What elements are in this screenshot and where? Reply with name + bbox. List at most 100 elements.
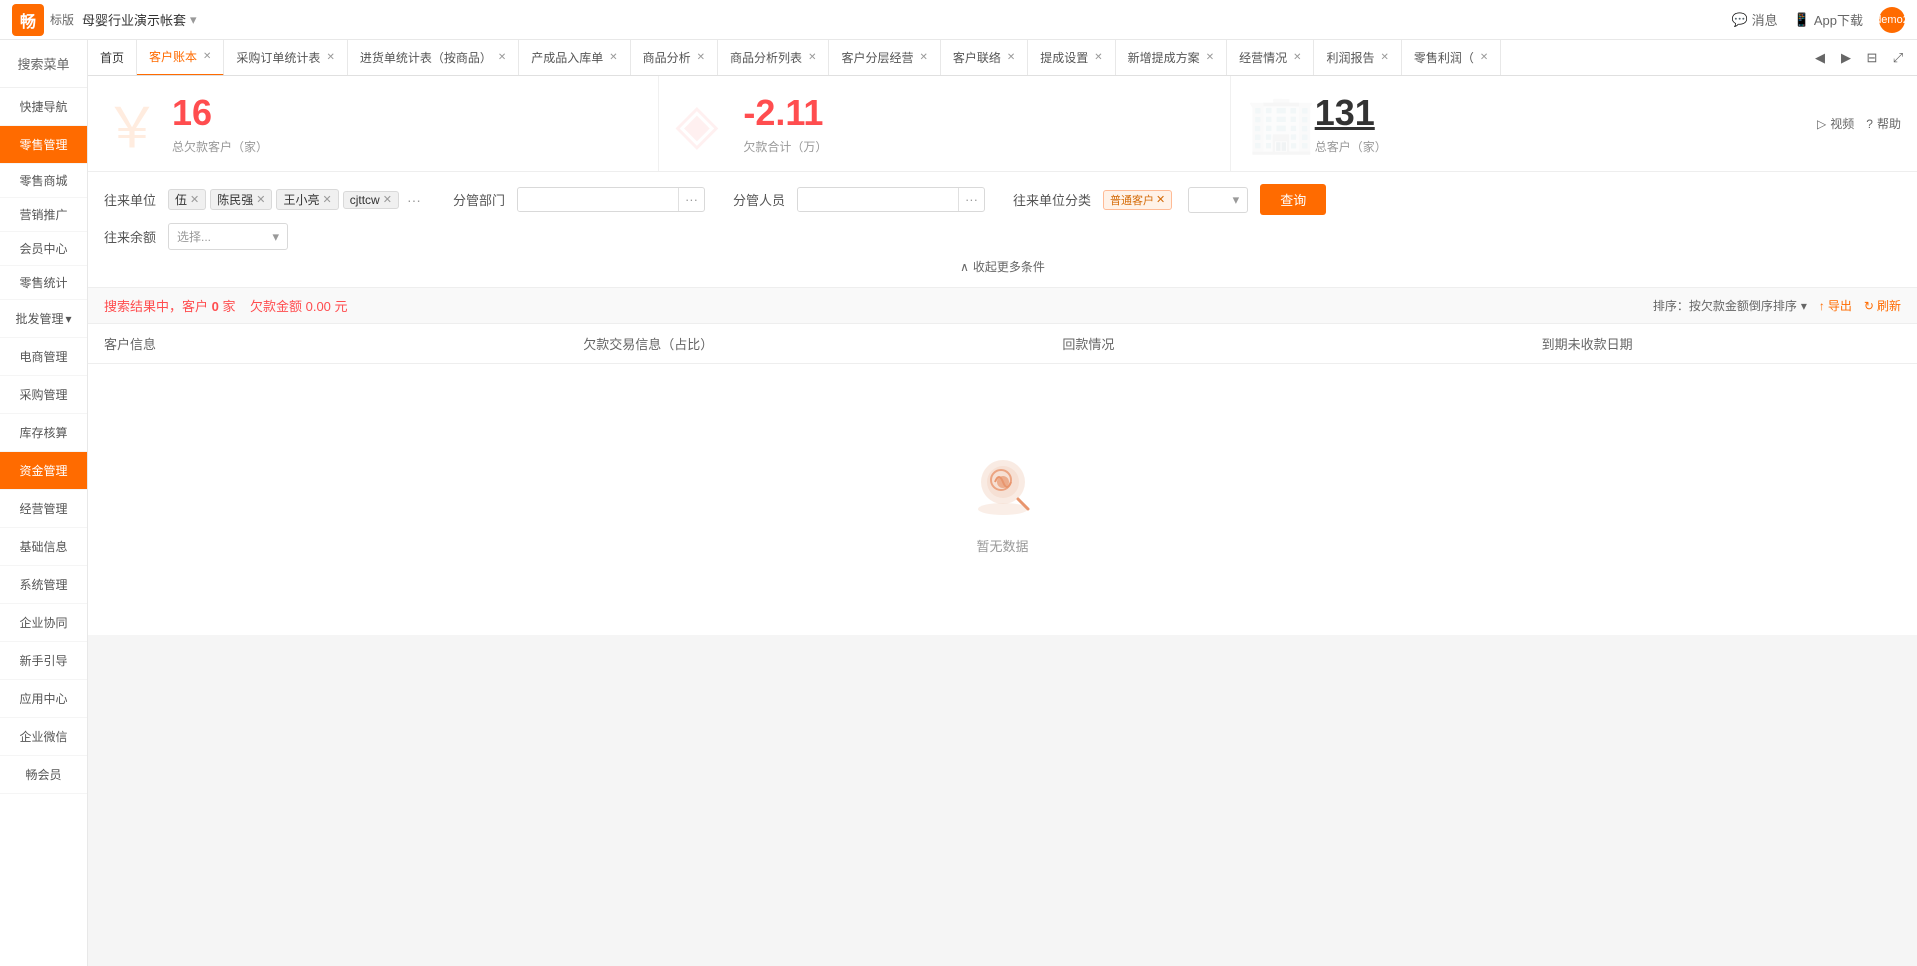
sidebar-item-pro-member[interactable]: 畅会员 [0, 756, 87, 794]
data-table: 客户信息 欠款交易信息（占比） 回款情况 到期未收款日期 [88, 324, 1917, 635]
collapse-icon: ∧ [960, 260, 969, 274]
sidebar-item-basic-info[interactable]: 基础信息 [0, 528, 87, 566]
sidebar-item-wholesale-mgmt[interactable]: 批发管理 ▾ [0, 300, 87, 338]
filter-customer-type-remove[interactable]: ✕ [1156, 193, 1165, 206]
tab-close-product-analysis[interactable]: ✕ [697, 52, 705, 63]
tab-purchase-stats[interactable]: 进货单统计表（按商品） ✕ [348, 40, 519, 76]
filter-dept-input[interactable] [518, 189, 678, 211]
stat-label-total-customers: 总客户（家） [1315, 138, 1777, 155]
tab-scroll-left[interactable]: ◀ [1809, 47, 1831, 69]
tab-close-profit-report[interactable]: ✕ [1381, 52, 1389, 63]
sidebar-item-system-mgmt[interactable]: 系统管理 [0, 566, 87, 604]
tab-purchase-orders[interactable]: 采购订单统计表 ✕ [224, 40, 347, 76]
filter-person-more[interactable]: ··· [958, 188, 984, 211]
filter-balance-placeholder: 选择... [177, 228, 272, 245]
sidebar-item-new-guide[interactable]: 新手引导 [0, 642, 87, 680]
message-icon: 💬 [1731, 12, 1747, 28]
sidebar-item-retail-stats[interactable]: 零售统计 [0, 266, 87, 300]
tab-customer-balance[interactable]: 客户账本 ✕ [137, 40, 224, 76]
stat-value-customers: 16 [172, 92, 634, 134]
stat-bg-yen-icon: ￥ [104, 83, 160, 164]
content-area: 首页 客户账本 ✕ 采购订单统计表 ✕ 进货单统计表（按商品） ✕ 产成品入库单… [88, 40, 1917, 966]
collapse-button[interactable]: ∧ 收起更多条件 [104, 258, 1901, 275]
tab-new-promotion[interactable]: 新增提成方案 ✕ [1116, 40, 1227, 76]
sidebar-item-ops-mgmt[interactable]: 经营管理 [0, 490, 87, 528]
tab-product-analysis[interactable]: 商品分析 ✕ [631, 40, 718, 76]
tab-customer-tier[interactable]: 客户分层经营 ✕ [829, 40, 940, 76]
arrow-icon: ▾ [65, 312, 71, 326]
filter-balance-arrow: ▾ [272, 229, 279, 245]
filter-dept-more[interactable]: ··· [678, 188, 704, 211]
stat-bg-building-icon: 🏢 [1247, 91, 1317, 157]
search-menu-button[interactable]: 搜索菜单 [8, 50, 79, 77]
filter-person-input[interactable] [798, 189, 958, 211]
filter-tags-more[interactable]: ··· [403, 191, 425, 209]
tab-close-product-inbound[interactable]: ✕ [609, 52, 617, 63]
filter-person-label: 分管人员 [733, 190, 785, 209]
video-button[interactable]: ▷ 视频 [1817, 115, 1854, 132]
tab-promotion-settings[interactable]: 提成设置 ✕ [1028, 40, 1115, 76]
tab-close-operations[interactable]: ✕ [1293, 52, 1301, 63]
query-button[interactable]: 查询 [1260, 184, 1326, 215]
help-button[interactable]: ? 帮助 [1866, 115, 1901, 132]
export-button[interactable]: ↑ 导出 [1819, 297, 1852, 314]
filter-unit-class-select[interactable]: ▾ [1188, 187, 1248, 213]
filter-balance-select[interactable]: 选择... ▾ [168, 223, 288, 250]
tab-scroll-right[interactable]: ▶ [1835, 47, 1857, 69]
tab-fullscreen[interactable]: ⤢ [1887, 47, 1909, 69]
filter-tag-cu-remove[interactable]: ✕ [190, 193, 199, 206]
tab-close-promotion-settings[interactable]: ✕ [1094, 52, 1102, 63]
user-menu[interactable]: demo2 [1879, 7, 1905, 33]
tab-operations[interactable]: 经营情况 ✕ [1227, 40, 1314, 76]
avatar: demo2 [1879, 7, 1905, 33]
tab-close-retail-profit[interactable]: ✕ [1480, 52, 1488, 63]
sidebar-item-purchase-mgmt[interactable]: 采购管理 [0, 376, 87, 414]
tab-close-purchase-stats[interactable]: ✕ [498, 52, 506, 63]
tab-home[interactable]: 首页 [88, 40, 137, 76]
stats-header: ￥ 16 总欠款客户（家） ◈ -2.11 欠款合计（万） 🏢 [88, 76, 1917, 172]
tab-product-analysis-list[interactable]: 商品分析列表 ✕ [718, 40, 829, 76]
video-icon: ▷ [1817, 117, 1826, 131]
filter-tag-wxl-remove[interactable]: ✕ [323, 193, 332, 206]
sort-select[interactable]: 排序：按欠款金额倒序排序 ▾ [1653, 297, 1807, 314]
tab-retail-profit[interactable]: 零售利润（ ✕ [1402, 40, 1501, 76]
main-layout: 搜索菜单 快捷导航 零售管理 零售商城 营销推广 会员中心 零售统计 批发管理 … [0, 40, 1917, 966]
tab-close-product-analysis-list[interactable]: ✕ [808, 52, 816, 63]
tab-product-inbound[interactable]: 产成品入库单 ✕ [519, 40, 630, 76]
filter-tag-chm-remove[interactable]: ✕ [256, 193, 265, 206]
sidebar-item-enterprise-collab[interactable]: 企业协同 [0, 604, 87, 642]
tab-close-customer-contact[interactable]: ✕ [1007, 52, 1015, 63]
filter-dept-label: 分管部门 [453, 190, 505, 209]
tab-customer-contact[interactable]: 客户联络 ✕ [941, 40, 1028, 76]
tab-close-customer-tier[interactable]: ✕ [919, 52, 927, 63]
sort-arrow-icon: ▾ [1801, 299, 1807, 313]
refresh-button[interactable]: ↻ 刷新 [1864, 297, 1901, 314]
tab-close-new-promotion[interactable]: ✕ [1206, 52, 1214, 63]
sidebar-item-finance-mgmt[interactable]: 资金管理 [0, 452, 87, 490]
stat-value-debt: -2.11 [743, 92, 1205, 134]
sidebar-item-retail-mgmt[interactable]: 零售管理 [0, 126, 87, 164]
tab-controls: ◀ ▶ ⊟ ⤢ [1801, 47, 1917, 69]
app-download-button[interactable]: 📱 App下载 [1794, 10, 1863, 29]
sidebar-item-enterprise-wechat[interactable]: 企业微信 [0, 718, 87, 756]
message-button[interactable]: 💬 消息 [1731, 10, 1777, 29]
sidebar-item-app-center[interactable]: 应用中心 [0, 680, 87, 718]
sidebar-item-member-center[interactable]: 会员中心 [0, 232, 87, 266]
sidebar-item-quick-nav[interactable]: 快捷导航 [0, 88, 87, 126]
tab-close-purchase-orders[interactable]: ✕ [326, 52, 334, 63]
stat-value-total-customers: 131 [1315, 92, 1777, 134]
filter-tag-cjttcw-remove[interactable]: ✕ [383, 193, 392, 206]
tab-menu[interactable]: ⊟ [1861, 47, 1883, 69]
empty-state: 暂无数据 [88, 364, 1917, 635]
filter-balance-label: 往来余额 [104, 227, 156, 246]
sidebar-item-retail-mall[interactable]: 零售商城 [0, 164, 87, 198]
top-bar-left: 畅 标版 母婴行业演示帐套 ▾ [12, 4, 197, 36]
sidebar-item-marketing[interactable]: 营销推广 [0, 198, 87, 232]
tab-close-customer-balance[interactable]: ✕ [203, 51, 211, 62]
filter-tag-cu: 伍 ✕ [168, 189, 206, 210]
store-selector[interactable]: 母婴行业演示帐套 ▾ [82, 10, 197, 29]
tab-profit-report[interactable]: 利润报告 ✕ [1314, 40, 1401, 76]
logo-text: 标版 [50, 11, 74, 28]
sidebar-item-ecommerce-mgmt[interactable]: 电商管理 [0, 338, 87, 376]
sidebar-item-inventory[interactable]: 库存核算 [0, 414, 87, 452]
